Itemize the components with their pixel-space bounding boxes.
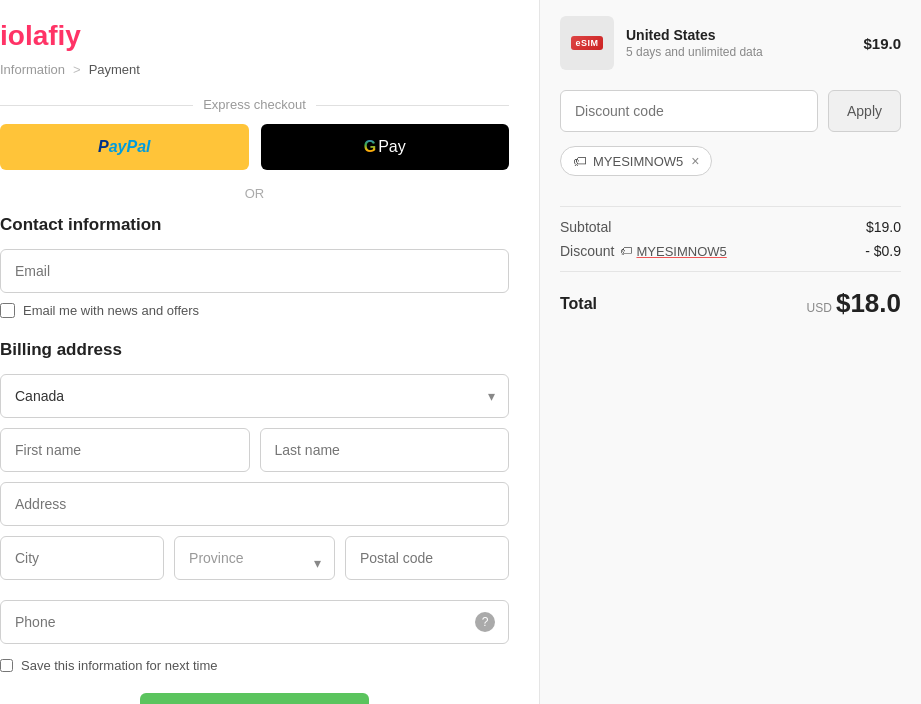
or-divider: OR xyxy=(0,186,509,201)
discount-amount: - $0.9 xyxy=(865,243,901,259)
divider-bottom xyxy=(560,271,901,272)
total-currency: USD xyxy=(807,301,832,315)
discount-code-text: MYESIMNOW5 xyxy=(636,244,726,259)
esim-badge: eSIM xyxy=(571,36,602,50)
right-panel: eSIM United States 5 days and unlimited … xyxy=(540,0,921,704)
left-panel: iolafiy Information > Payment Express ch… xyxy=(0,0,540,704)
gpay-g-icon: G xyxy=(364,138,376,156)
breadcrumb: Information > Payment xyxy=(0,62,509,77)
paypal-button[interactable]: P ayPal xyxy=(0,124,249,170)
remove-coupon-button[interactable]: × xyxy=(691,153,699,169)
country-select-wrapper: Canada xyxy=(0,374,509,418)
province-select[interactable]: Province xyxy=(174,536,335,580)
city-field[interactable] xyxy=(0,536,164,580)
product-subtitle: 5 days and unlimited data xyxy=(626,45,851,59)
save-info-checkbox[interactable] xyxy=(0,659,13,672)
product-image: eSIM xyxy=(560,16,614,70)
total-row: Total USD $18.0 xyxy=(560,288,901,319)
postal-field[interactable] xyxy=(345,536,509,580)
product-row: eSIM United States 5 days and unlimited … xyxy=(560,16,901,70)
paypal-name-label: ayPal xyxy=(109,138,151,156)
phone-field[interactable] xyxy=(0,600,509,644)
tag-icon: 🏷 xyxy=(573,153,587,169)
contact-section-title: Contact information xyxy=(0,215,509,235)
phone-help-icon[interactable]: ? xyxy=(475,612,495,632)
product-name: United States xyxy=(626,27,851,43)
subtotal-value: $19.0 xyxy=(866,219,901,235)
save-info-row: Save this information for next time xyxy=(0,658,509,673)
breadcrumb-information: Information xyxy=(0,62,65,77)
total-amount: $18.0 xyxy=(836,288,901,319)
discount-code-display: 🏷 MYESIMNOW5 xyxy=(620,244,726,259)
first-name-field[interactable] xyxy=(0,428,250,472)
country-select[interactable]: Canada xyxy=(0,374,509,418)
discount-tag-icon: 🏷 xyxy=(620,244,632,258)
subtotal-label: Subtotal xyxy=(560,219,611,235)
gpay-label: Pay xyxy=(378,138,406,156)
save-info-label: Save this information for next time xyxy=(21,658,218,673)
coupon-code-label: MYESIMNOW5 xyxy=(593,154,683,169)
city-province-row: Province xyxy=(0,536,509,590)
gpay-button[interactable]: G Pay xyxy=(261,124,510,170)
discount-label-container: Discount 🏷 MYESIMNOW5 xyxy=(560,243,727,259)
continue-button[interactable]: Continue to payment xyxy=(140,693,369,704)
billing-section-title: Billing address xyxy=(0,340,509,360)
product-info: United States 5 days and unlimited data xyxy=(626,27,851,59)
divider-top xyxy=(560,206,901,207)
breadcrumb-payment: Payment xyxy=(89,62,140,77)
last-name-field[interactable] xyxy=(260,428,510,472)
coupon-tag: 🏷 MYESIMNOW5 × xyxy=(560,146,712,176)
total-value-container: USD $18.0 xyxy=(807,288,901,319)
address-field[interactable] xyxy=(0,482,509,526)
paypal-p-icon: P xyxy=(98,138,109,156)
apply-button[interactable]: Apply xyxy=(828,90,901,132)
discount-summary-row: Discount 🏷 MYESIMNOW5 - $0.9 xyxy=(560,243,901,259)
express-buttons: P ayPal G Pay xyxy=(0,124,509,170)
newsletter-label: Email me with news and offers xyxy=(23,303,199,318)
product-price: $19.0 xyxy=(863,35,901,52)
brand-logo: iolafiy xyxy=(0,20,509,52)
phone-wrapper: ? xyxy=(0,600,509,644)
province-select-wrapper: Province xyxy=(174,536,335,590)
total-label: Total xyxy=(560,295,597,313)
newsletter-row: Email me with news and offers xyxy=(0,303,509,318)
discount-label: Discount xyxy=(560,243,614,259)
breadcrumb-separator: > xyxy=(73,62,81,77)
subtotal-row: Subtotal $19.0 xyxy=(560,219,901,235)
discount-row: Apply xyxy=(560,90,901,132)
email-field[interactable] xyxy=(0,249,509,293)
express-checkout-label: Express checkout xyxy=(0,97,509,112)
newsletter-checkbox[interactable] xyxy=(0,303,15,318)
name-row xyxy=(0,428,509,472)
discount-code-input[interactable] xyxy=(560,90,818,132)
